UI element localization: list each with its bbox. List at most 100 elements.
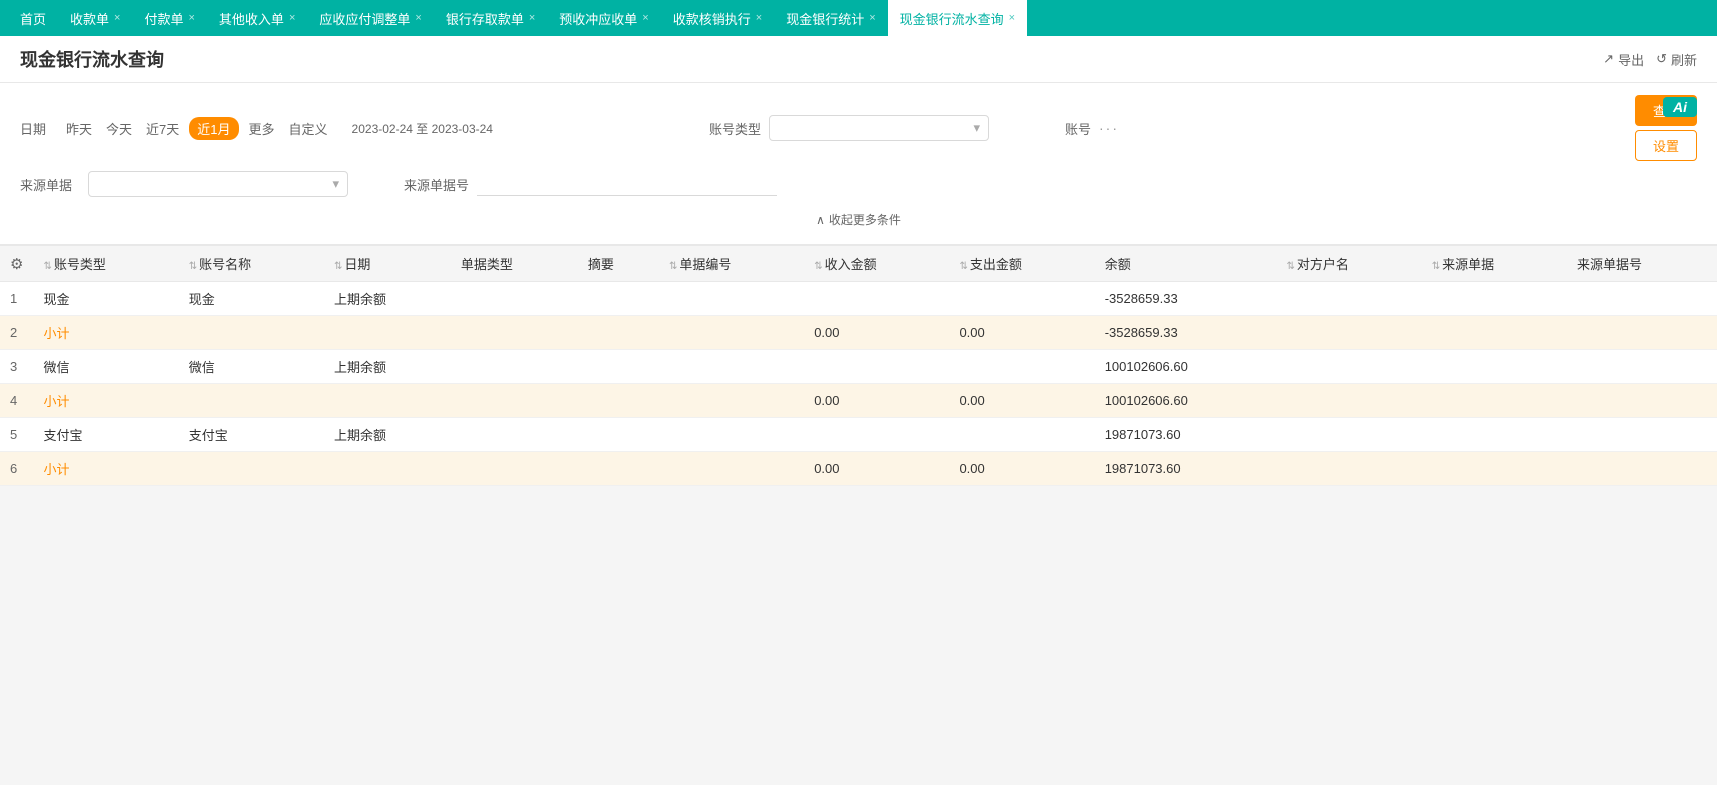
close-icon[interactable]: ×: [756, 12, 762, 24]
date-label: 日期: [20, 119, 46, 138]
cell-summary: [578, 452, 659, 486]
cell-expense: [949, 282, 1094, 316]
close-icon[interactable]: ×: [529, 12, 535, 24]
sort-icon[interactable]: ⇅: [43, 261, 51, 272]
nav-bank-stats[interactable]: 现金银行统计 ×: [774, 0, 887, 36]
cell-account-name: [179, 384, 324, 418]
nav-prepay[interactable]: 预收冲应收单 ×: [547, 0, 660, 36]
close-icon[interactable]: ×: [289, 12, 295, 24]
date-options: 昨天 今天 近7天 近1月 更多 自定义: [62, 117, 332, 140]
col-summary: 摘要: [578, 246, 659, 282]
cell-account-name: 现金: [179, 282, 324, 316]
source-doc-label: 来源单据: [20, 175, 72, 194]
sort-icon[interactable]: ⇅: [959, 261, 967, 272]
cell-balance: 100102606.60: [1095, 350, 1277, 384]
filter-row-date: 日期 昨天 今天 近7天 近1月 更多 自定义 2023-02-24 至 202…: [20, 95, 1697, 161]
refresh-button[interactable]: ↺ 刷新: [1656, 50, 1697, 69]
nav-home[interactable]: 首页: [8, 0, 58, 36]
account-type-label: 账号类型: [709, 119, 761, 138]
cell-counterpart: [1277, 350, 1422, 384]
date-more[interactable]: 更多: [245, 117, 279, 140]
table-row: 4 小计 0.00 0.00 100102606.60: [0, 384, 1717, 418]
date-today[interactable]: 今天: [102, 117, 136, 140]
collapse-bar[interactable]: ∧ 收起更多条件: [20, 207, 1697, 232]
table-header-row: ⚙ ⇅账号类型 ⇅账号名称 ⇅日期 单据类型 摘要 ⇅单据编号 ⇅收入金额: [0, 246, 1717, 282]
sort-icon[interactable]: ⇅: [189, 261, 197, 272]
collapse-up-icon: ∧: [816, 213, 825, 227]
cell-account-name: 微信: [179, 350, 324, 384]
header-actions: ↗ 导出 ↺ 刷新 Ai: [1603, 50, 1697, 69]
close-icon[interactable]: ×: [642, 12, 648, 24]
cell-account-type: 微信: [33, 350, 178, 384]
source-doc-select[interactable]: ▾: [88, 171, 348, 197]
cell-doc-no: [659, 384, 804, 418]
date-1month[interactable]: 近1月: [189, 117, 238, 140]
row-num: 5: [0, 418, 33, 452]
close-icon[interactable]: ×: [188, 12, 194, 24]
export-icon: ↗: [1603, 51, 1614, 67]
close-icon[interactable]: ×: [1009, 12, 1015, 24]
refresh-icon: ↺: [1656, 51, 1667, 67]
cell-doc-no: [659, 350, 804, 384]
chevron-down-icon: ▾: [973, 120, 980, 136]
col-income: ⇅收入金额: [804, 246, 949, 282]
cell-doc-no: [659, 452, 804, 486]
nav-bank-deposit[interactable]: 银行存取款单 ×: [434, 0, 547, 36]
cell-source-doc: [1422, 350, 1567, 384]
col-counterpart: ⇅对方户名: [1277, 246, 1422, 282]
sort-icon[interactable]: ⇅: [1432, 261, 1440, 272]
cell-doc-no: [659, 418, 804, 452]
cell-doc-type: [451, 316, 578, 350]
date-yesterday[interactable]: 昨天: [62, 117, 96, 140]
cell-summary: [578, 350, 659, 384]
export-button[interactable]: ↗ 导出: [1603, 50, 1644, 69]
cell-summary: [578, 316, 659, 350]
settings-button[interactable]: 设置: [1635, 130, 1697, 161]
nav-other-income[interactable]: 其他收入单 ×: [207, 0, 307, 36]
cell-date: [324, 452, 451, 486]
account-label: 账号: [1065, 119, 1091, 138]
cell-expense: 0.00: [949, 452, 1094, 486]
date-7days[interactable]: 近7天: [142, 117, 183, 140]
top-navigation: 首页 收款单 × 付款单 × 其他收入单 × 应收应付调整单 × 银行存取款单 …: [0, 0, 1717, 36]
close-icon[interactable]: ×: [114, 12, 120, 24]
row-num: 3: [0, 350, 33, 384]
table-row: 3 微信 微信 上期余额 100102606.60: [0, 350, 1717, 384]
sort-icon[interactable]: ⇅: [1287, 261, 1295, 272]
sort-icon[interactable]: ⇅: [669, 261, 677, 272]
col-account-name: ⇅账号名称: [179, 246, 324, 282]
cell-source-doc: [1422, 384, 1567, 418]
cell-account-name: [179, 316, 324, 350]
nav-bank-flow[interactable]: 现金银行流水查询 ×: [888, 0, 1027, 36]
cell-doc-type: [451, 384, 578, 418]
table-row: 1 现金 现金 上期余额 -3528659.33: [0, 282, 1717, 316]
table-row: 5 支付宝 支付宝 上期余额 19871073.60: [0, 418, 1717, 452]
close-icon[interactable]: ×: [415, 12, 421, 24]
cell-source-doc: [1422, 282, 1567, 316]
sort-icon[interactable]: ⇅: [814, 261, 822, 272]
cell-balance: -3528659.33: [1095, 316, 1277, 350]
close-icon[interactable]: ×: [869, 12, 875, 24]
col-balance: 余额: [1095, 246, 1277, 282]
cell-counterpart: [1277, 384, 1422, 418]
col-account-type: ⇅账号类型: [33, 246, 178, 282]
cell-counterpart: [1277, 452, 1422, 486]
page-title: 现金银行流水查询: [20, 46, 164, 72]
filter-row-source: 来源单据 ▾ 来源单据号: [20, 171, 1697, 197]
nav-payment[interactable]: 付款单 ×: [132, 0, 206, 36]
cell-account-type: 现金: [33, 282, 178, 316]
col-doc-no: ⇅单据编号: [659, 246, 804, 282]
column-settings-icon[interactable]: ⚙: [10, 256, 23, 273]
cell-summary: [578, 418, 659, 452]
cell-source-doc: [1422, 452, 1567, 486]
cell-source-doc: [1422, 418, 1567, 452]
date-custom[interactable]: 自定义: [285, 117, 332, 140]
nav-collection[interactable]: 收款核销执行 ×: [661, 0, 774, 36]
source-doc-no-input[interactable]: [477, 172, 777, 196]
nav-receipt[interactable]: 收款单 ×: [58, 0, 132, 36]
sort-icon[interactable]: ⇅: [334, 261, 342, 272]
account-more-icon[interactable]: ···: [1099, 120, 1119, 136]
account-type-select[interactable]: ▾: [769, 115, 989, 141]
cell-expense: [949, 418, 1094, 452]
nav-adjustment[interactable]: 应收应付调整单 ×: [307, 0, 433, 36]
